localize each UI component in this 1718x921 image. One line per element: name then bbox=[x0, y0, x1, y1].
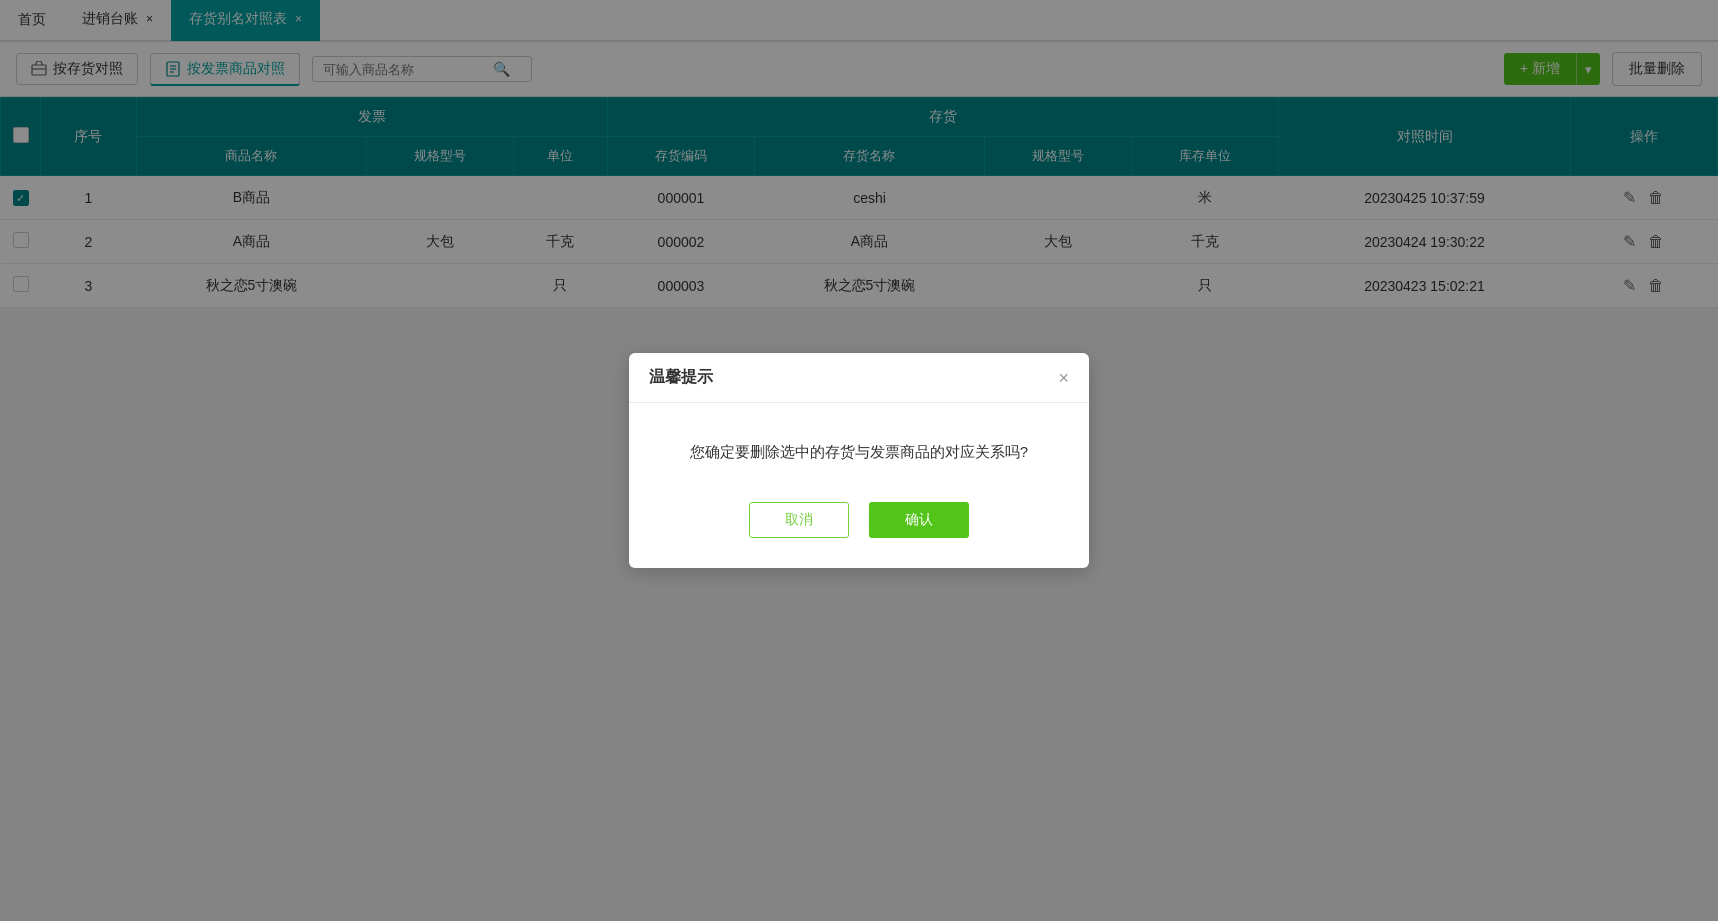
dialog-overlay: 温馨提示 × 您确定要删除选中的存货与发票商品的对应关系吗? 取消 确认 bbox=[0, 0, 1718, 308]
